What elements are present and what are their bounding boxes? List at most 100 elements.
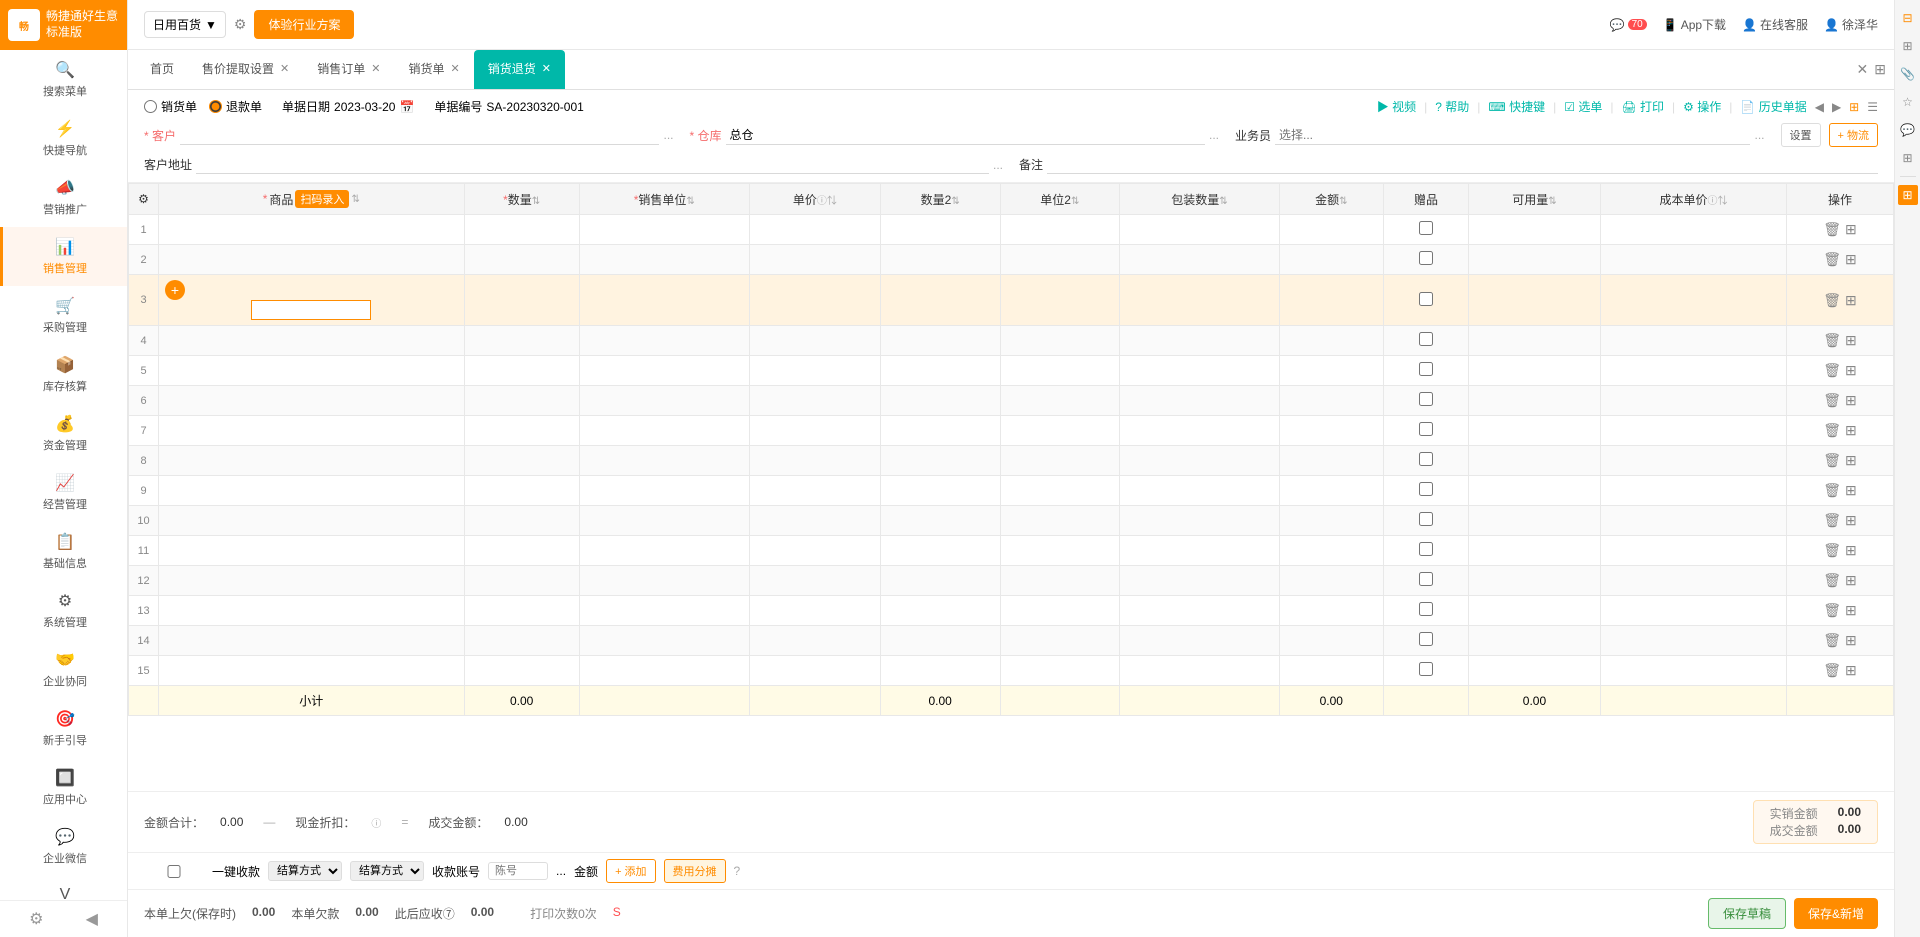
delete-row-icon-7[interactable]: 🗑 — [1823, 422, 1841, 439]
cost-price-info-icon[interactable]: ⓘ — [1707, 196, 1717, 207]
cell-unit-price-5[interactable] — [749, 356, 880, 386]
cell-qty2-9[interactable] — [880, 476, 1000, 506]
cell-gift-11[interactable] — [1383, 536, 1468, 566]
cell-sales-unit-4[interactable] — [579, 326, 749, 356]
sidebar-item-search[interactable]: 🔍 搜索菜单 — [0, 50, 127, 109]
copy-row-icon-9[interactable]: ⊞ — [1845, 482, 1857, 499]
gift-checkbox-3[interactable] — [1419, 292, 1433, 306]
cell-cost-price-8[interactable] — [1600, 446, 1786, 476]
cell-unit-price-3[interactable] — [749, 275, 880, 326]
cell-product-6[interactable] — [159, 386, 465, 416]
cell-gift-12[interactable] — [1383, 566, 1468, 596]
cell-qty2-13[interactable] — [880, 596, 1000, 626]
cell-available-12[interactable] — [1469, 566, 1601, 596]
cell-qty2-10[interactable] — [880, 506, 1000, 536]
cell-unit2-6[interactable] — [1000, 386, 1120, 416]
cell-sales-unit-11[interactable] — [579, 536, 749, 566]
fee-split-button[interactable]: 费用分摊 — [664, 859, 726, 883]
gift-checkbox-6[interactable] — [1419, 392, 1433, 406]
cell-cost-price-4[interactable] — [1600, 326, 1786, 356]
cell-available-15[interactable] — [1469, 656, 1601, 686]
gift-checkbox-15[interactable] — [1419, 662, 1433, 676]
cell-sales-unit-9[interactable] — [579, 476, 749, 506]
copy-row-icon-6[interactable]: ⊞ — [1845, 392, 1857, 409]
cell-quantity-6[interactable] — [464, 386, 579, 416]
cell-gift-10[interactable] — [1383, 506, 1468, 536]
copy-row-icon-1[interactable]: ⊞ — [1845, 221, 1857, 238]
category-select[interactable]: 日用百货 ▼ — [144, 11, 226, 38]
cell-unit-price-7[interactable] — [749, 416, 880, 446]
cell-pack-qty-1[interactable] — [1120, 215, 1279, 245]
cell-available-13[interactable] — [1469, 596, 1601, 626]
gift-checkbox-5[interactable] — [1419, 362, 1433, 376]
cell-amount-14[interactable] — [1279, 626, 1383, 656]
cell-quantity-12[interactable] — [464, 566, 579, 596]
rp-btn-2[interactable]: ⊞ — [1898, 36, 1918, 56]
sidebar-item-purchase[interactable]: 🛒 采购管理 — [0, 286, 127, 345]
delete-row-icon-1[interactable]: 🗑 — [1823, 221, 1841, 238]
cell-quantity-5[interactable] — [464, 356, 579, 386]
cell-unit2-7[interactable] — [1000, 416, 1120, 446]
sidebar-item-marketing[interactable]: 📣 营销推广 — [0, 168, 127, 227]
cell-available-8[interactable] — [1469, 446, 1601, 476]
cell-gift-5[interactable] — [1383, 356, 1468, 386]
cell-quantity-13[interactable] — [464, 596, 579, 626]
account-dots[interactable]: ... — [556, 864, 566, 878]
cell-unit-price-12[interactable] — [749, 566, 880, 596]
delete-row-icon-12[interactable]: 🗑 — [1823, 572, 1841, 589]
cell-cost-price-14[interactable] — [1600, 626, 1786, 656]
toolbar-help-btn[interactable]: ? 帮助 — [1435, 98, 1469, 115]
cell-available-7[interactable] — [1469, 416, 1601, 446]
cell-quantity-3[interactable] — [464, 275, 579, 326]
cell-amount-13[interactable] — [1279, 596, 1383, 626]
cell-sales-unit-5[interactable] — [579, 356, 749, 386]
cell-unit2-10[interactable] — [1000, 506, 1120, 536]
add-payment-button[interactable]: + 添加 — [606, 859, 655, 883]
warehouse-input[interactable] — [726, 126, 1205, 145]
cell-cost-price-15[interactable] — [1600, 656, 1786, 686]
tab-close-sales-order[interactable]: ✕ — [371, 62, 380, 75]
cell-gift-4[interactable] — [1383, 326, 1468, 356]
sidebar-settings-icon[interactable]: ⚙ — [29, 909, 43, 929]
cell-pack-qty-9[interactable] — [1120, 476, 1279, 506]
cell-sales-unit-14[interactable] — [579, 626, 749, 656]
gift-checkbox-1[interactable] — [1419, 221, 1433, 235]
calendar-icon[interactable]: 📅 — [399, 100, 414, 114]
cell-amount-10[interactable] — [1279, 506, 1383, 536]
cell-amount-11[interactable] — [1279, 536, 1383, 566]
cell-gift-15[interactable] — [1383, 656, 1468, 686]
cell-gift-7[interactable] — [1383, 416, 1468, 446]
gift-checkbox-8[interactable] — [1419, 452, 1433, 466]
cell-sales-unit-15[interactable] — [579, 656, 749, 686]
copy-row-icon-11[interactable]: ⊞ — [1845, 542, 1857, 559]
tab-close-price-settings[interactable]: ✕ — [280, 62, 289, 75]
cell-unit-price-14[interactable] — [749, 626, 880, 656]
gift-checkbox-13[interactable] — [1419, 602, 1433, 616]
cell-cost-price-12[interactable] — [1600, 566, 1786, 596]
copy-row-icon-13[interactable]: ⊞ — [1845, 602, 1857, 619]
cell-amount-12[interactable] — [1279, 566, 1383, 596]
sale-bill-radio[interactable]: 销货单 — [144, 98, 197, 115]
cell-amount-4[interactable] — [1279, 326, 1383, 356]
cell-pack-qty-13[interactable] — [1120, 596, 1279, 626]
cell-amount-3[interactable] — [1279, 275, 1383, 326]
cell-unit2-12[interactable] — [1000, 566, 1120, 596]
cell-available-6[interactable] — [1469, 386, 1601, 416]
settlement-method-select[interactable]: 结算方式 — [268, 861, 342, 881]
cell-qty2-5[interactable] — [880, 356, 1000, 386]
cell-unit2-3[interactable] — [1000, 275, 1120, 326]
save-draft-button[interactable]: 保存草稿 — [1708, 898, 1786, 929]
cell-sales-unit-1[interactable] — [579, 215, 749, 245]
cell-gift-3[interactable] — [1383, 275, 1468, 326]
sidebar-item-newbie[interactable]: 🎯 新手引导 — [0, 699, 127, 758]
cell-unit2-5[interactable] — [1000, 356, 1120, 386]
sidebar-item-apps[interactable]: 🔲 应用中心 — [0, 758, 127, 817]
cell-product-5[interactable] — [159, 356, 465, 386]
cell-cost-price-1[interactable] — [1600, 215, 1786, 245]
rp-btn-1[interactable]: ⊟ — [1898, 8, 1918, 28]
cell-amount-1[interactable] — [1279, 215, 1383, 245]
cell-unit2-4[interactable] — [1000, 326, 1120, 356]
gift-checkbox-9[interactable] — [1419, 482, 1433, 496]
cell-quantity-7[interactable] — [464, 416, 579, 446]
cell-qty2-3[interactable] — [880, 275, 1000, 326]
